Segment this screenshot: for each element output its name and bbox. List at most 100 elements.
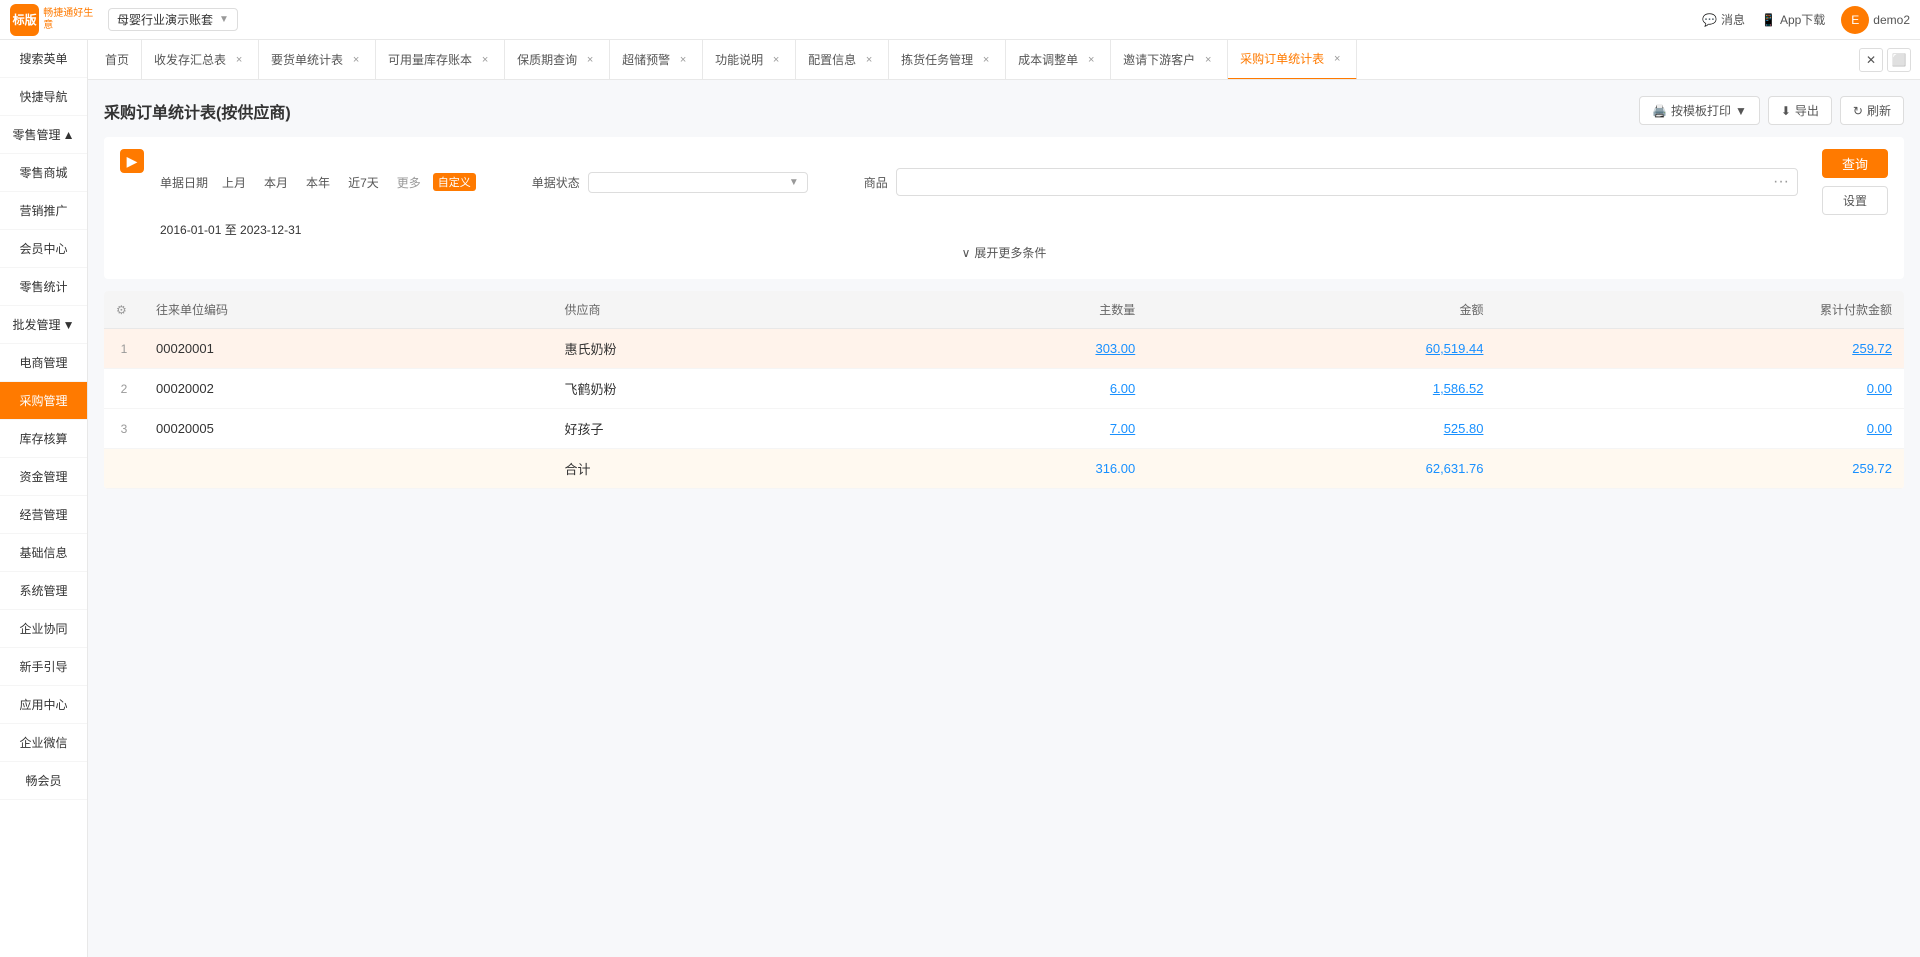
cell-paid-amount[interactable]: 259.72 — [1495, 329, 1904, 369]
tab-close-icon[interactable]: × — [676, 53, 690, 67]
sidebar-item-member[interactable]: 会员中心 — [0, 230, 87, 268]
tab-close-icon[interactable]: × — [862, 53, 876, 67]
tab-expiry-query[interactable]: 保质期查询 × — [505, 40, 610, 80]
sidebar-item-finance[interactable]: 资金管理 — [0, 458, 87, 496]
table-row[interactable]: 3 00020005 好孩子 7.00 525.80 0.00 — [104, 409, 1904, 449]
sidebar-item-marketing[interactable]: 营销推广 — [0, 192, 87, 230]
custom-date-tag[interactable]: 自定义 — [433, 173, 476, 191]
app-download-button[interactable]: 📱 App下载 — [1761, 11, 1825, 28]
sidebar-item-wechat[interactable]: 企业微信 — [0, 724, 87, 762]
sidebar-item-purchase[interactable]: 采购管理 — [0, 382, 87, 420]
tab-home[interactable]: 首页 — [93, 40, 142, 80]
tab-close-icon[interactable]: × — [979, 53, 993, 67]
user-area[interactable]: E demo2 — [1841, 6, 1910, 34]
print-dropdown-arrow: ▼ — [1735, 104, 1747, 118]
logo-icon: 标版 — [10, 4, 39, 36]
shortcut-7days[interactable]: 近7天 — [342, 172, 385, 193]
sidebar-item-wholesale[interactable]: 批发管理 ▼ — [0, 306, 87, 344]
shortcut-last-month[interactable]: 上月 — [216, 172, 252, 193]
col-header-settings[interactable]: ⚙ — [104, 291, 144, 329]
cell-paid-amount[interactable]: 0.00 — [1495, 409, 1904, 449]
tab-close-icon[interactable]: × — [1201, 53, 1215, 67]
refresh-button[interactable]: ↻ 刷新 — [1840, 96, 1904, 125]
cell-unit-code: 00020005 — [144, 409, 553, 449]
status-filter: 单据状态 ▼ — [532, 172, 808, 193]
status-select[interactable]: ▼ — [588, 172, 808, 193]
sidebar-item-retail-stat[interactable]: 零售统计 — [0, 268, 87, 306]
table-row[interactable]: 2 00020002 飞鹤奶粉 6.00 1,586.52 0.00 — [104, 369, 1904, 409]
tab-label: 邀请下游客户 — [1123, 51, 1195, 68]
tab-function-desc[interactable]: 功能说明 × — [703, 40, 796, 80]
goods-more-icon[interactable]: ··· — [1773, 173, 1789, 191]
shortcut-this-year[interactable]: 本年 — [300, 172, 336, 193]
shortcut-more[interactable]: 更多 — [391, 172, 427, 193]
tab-label: 功能说明 — [715, 51, 763, 68]
cell-amount[interactable]: 60,519.44 — [1147, 329, 1495, 369]
sidebar-item-ecommerce[interactable]: 电商管理 — [0, 344, 87, 382]
shortcut-this-month[interactable]: 本月 — [258, 172, 294, 193]
tab-overstock-warning[interactable]: 超储预警 × — [610, 40, 703, 80]
table-settings-icon[interactable]: ⚙ — [116, 303, 127, 317]
tab-receive-summary[interactable]: 收发存汇总表 × — [142, 40, 259, 80]
tab-close-icon[interactable]: × — [349, 53, 363, 67]
export-button[interactable]: ⬇ 导出 — [1768, 96, 1832, 125]
goods-input[interactable] — [905, 175, 1769, 189]
workspace-dropdown[interactable]: 母婴行业演示账套 ▼ — [108, 8, 238, 31]
content-area: 首页 收发存汇总表 × 要货单统计表 × 可用量库存账本 × 保质期查询 × — [88, 40, 1920, 957]
sidebar-item-label: 畅会员 — [25, 774, 61, 788]
tab-close-icon[interactable]: × — [769, 53, 783, 67]
cell-paid-amount[interactable]: 0.00 — [1495, 369, 1904, 409]
phone-icon: 📱 — [1761, 13, 1776, 27]
cell-quantity[interactable]: 6.00 — [876, 369, 1147, 409]
sidebar-item-retail-shop[interactable]: 零售商城 — [0, 154, 87, 192]
message-button[interactable]: 💬 消息 — [1702, 11, 1745, 28]
settings-button[interactable]: 设置 — [1822, 186, 1888, 215]
action-buttons: 查询 设置 — [1822, 149, 1888, 215]
sidebar-item-shortcut[interactable]: 快捷导航 — [0, 78, 87, 116]
sidebar-item-operations[interactable]: 经营管理 — [0, 496, 87, 534]
tab-label: 超储预警 — [622, 51, 670, 68]
tab-maximize-button[interactable]: ⬜ — [1887, 48, 1911, 72]
table-row[interactable]: 1 00020001 惠氏奶粉 303.00 60,519.44 259.72 — [104, 329, 1904, 369]
sidebar-item-retail[interactable]: 零售管理 ▲ — [0, 116, 87, 154]
tab-config-info[interactable]: 配置信息 × — [796, 40, 889, 80]
sidebar-item-enterprise[interactable]: 企业协同 — [0, 610, 87, 648]
sidebar-item-inventory[interactable]: 库存核算 — [0, 420, 87, 458]
tab-close-icon[interactable]: × — [478, 53, 492, 67]
col-header-amount: 金额 — [1147, 291, 1495, 329]
tab-close-icon[interactable]: × — [1330, 52, 1344, 66]
query-button[interactable]: 查询 — [1822, 149, 1888, 178]
tab-close-all-button[interactable]: ✕ — [1859, 48, 1883, 72]
tab-label: 保质期查询 — [517, 51, 577, 68]
tab-available-stock[interactable]: 可用量库存账本 × — [376, 40, 505, 80]
sidebar-item-search[interactable]: 搜索英单 — [0, 40, 87, 78]
tab-invite-downstream[interactable]: 邀请下游客户 × — [1111, 40, 1228, 80]
sidebar-item-system[interactable]: 系统管理 — [0, 572, 87, 610]
sidebar-item-appcenter[interactable]: 应用中心 — [0, 686, 87, 724]
sidebar-item-basic[interactable]: 基础信息 — [0, 534, 87, 572]
filter-toggle-button[interactable]: ▶ — [120, 149, 144, 173]
tab-task-mgmt[interactable]: 拣货任务管理 × — [889, 40, 1006, 80]
user-name: demo2 — [1873, 13, 1910, 27]
top-right-area: 💬 消息 📱 App下载 E demo2 — [1702, 6, 1910, 34]
cell-quantity[interactable]: 7.00 — [876, 409, 1147, 449]
print-button[interactable]: 🖨️ 按模板打印 ▼ — [1639, 96, 1760, 125]
tab-close-icon[interactable]: × — [1084, 53, 1098, 67]
table-header-row: ⚙ 往来单位编码 供应商 主数量 金额 累计付款金额 — [104, 291, 1904, 329]
expand-more-button[interactable]: ∨ 展开更多条件 — [120, 238, 1888, 267]
cell-amount[interactable]: 525.80 — [1147, 409, 1495, 449]
sidebar-item-vip[interactable]: 畅会员 — [0, 762, 87, 800]
cell-quantity[interactable]: 303.00 — [876, 329, 1147, 369]
tab-req-summary[interactable]: 要货单统计表 × — [259, 40, 376, 80]
sidebar-item-label: 企业协同 — [19, 622, 67, 636]
cell-amount[interactable]: 1,586.52 — [1147, 369, 1495, 409]
goods-input-area[interactable]: ··· — [896, 168, 1798, 196]
message-icon: 💬 — [1702, 13, 1717, 27]
tab-close-icon[interactable]: × — [232, 53, 246, 67]
sidebar-item-newbie[interactable]: 新手引导 — [0, 648, 87, 686]
sidebar-item-label: 零售商城 — [19, 166, 67, 180]
data-table-card: ⚙ 往来单位编码 供应商 主数量 金额 累计付款金额 1 00020001 — [104, 291, 1904, 489]
tab-close-icon[interactable]: × — [583, 53, 597, 67]
tab-cost-adjust[interactable]: 成本调整单 × — [1006, 40, 1111, 80]
tab-purchase-summary[interactable]: 采购订单统计表 × — [1228, 40, 1357, 80]
